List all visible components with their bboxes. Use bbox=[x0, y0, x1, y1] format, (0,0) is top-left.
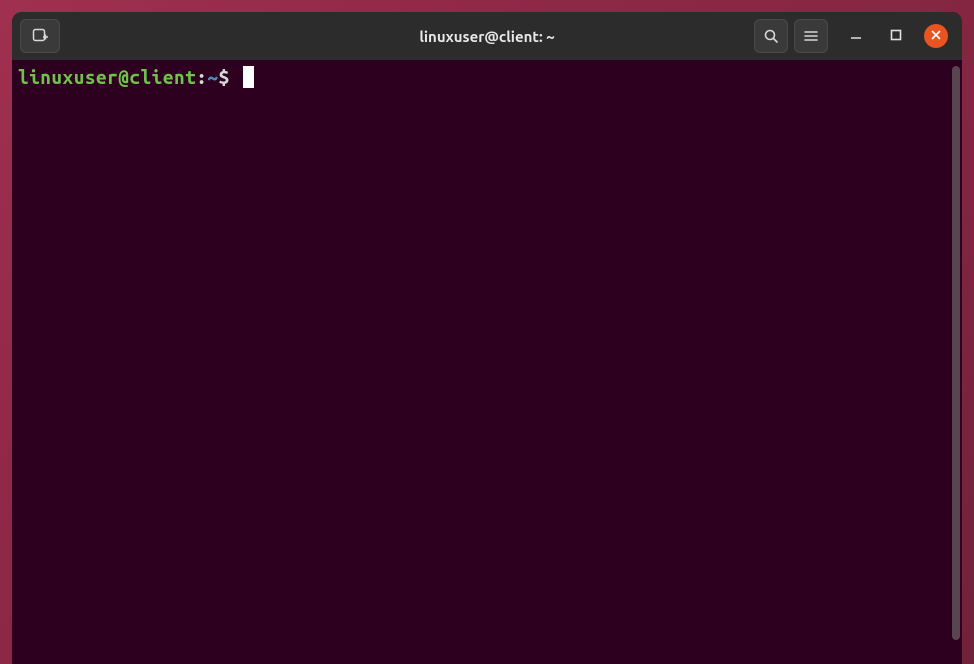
prompt-separator: : bbox=[196, 66, 207, 88]
window-controls bbox=[844, 24, 948, 48]
minimize-button[interactable] bbox=[844, 24, 868, 48]
scrollbar-thumb[interactable] bbox=[952, 66, 960, 640]
close-icon bbox=[930, 27, 942, 45]
new-tab-icon bbox=[31, 27, 49, 45]
close-button[interactable] bbox=[924, 24, 948, 48]
maximize-icon bbox=[890, 27, 902, 45]
prompt-symbol: $ bbox=[219, 66, 230, 88]
menu-button[interactable] bbox=[794, 19, 828, 53]
terminal-content[interactable]: linuxuser@client:~$ bbox=[16, 64, 950, 660]
window-title: linuxuser@client: ~ bbox=[419, 28, 554, 45]
hamburger-icon bbox=[803, 28, 819, 44]
maximize-button[interactable] bbox=[884, 24, 908, 48]
search-button[interactable] bbox=[754, 19, 788, 53]
terminal-window: linuxuser@client: ~ bbox=[12, 12, 962, 664]
new-tab-button[interactable] bbox=[20, 19, 60, 53]
prompt-path: ~ bbox=[207, 66, 218, 88]
search-icon bbox=[763, 28, 779, 44]
cursor bbox=[243, 66, 254, 88]
prompt-user-host: linuxuser@client bbox=[18, 66, 196, 88]
titlebar: linuxuser@client: ~ bbox=[12, 12, 962, 60]
minimize-icon bbox=[850, 27, 862, 45]
terminal-body[interactable]: linuxuser@client:~$ bbox=[12, 60, 962, 664]
scrollbar[interactable] bbox=[950, 64, 962, 660]
